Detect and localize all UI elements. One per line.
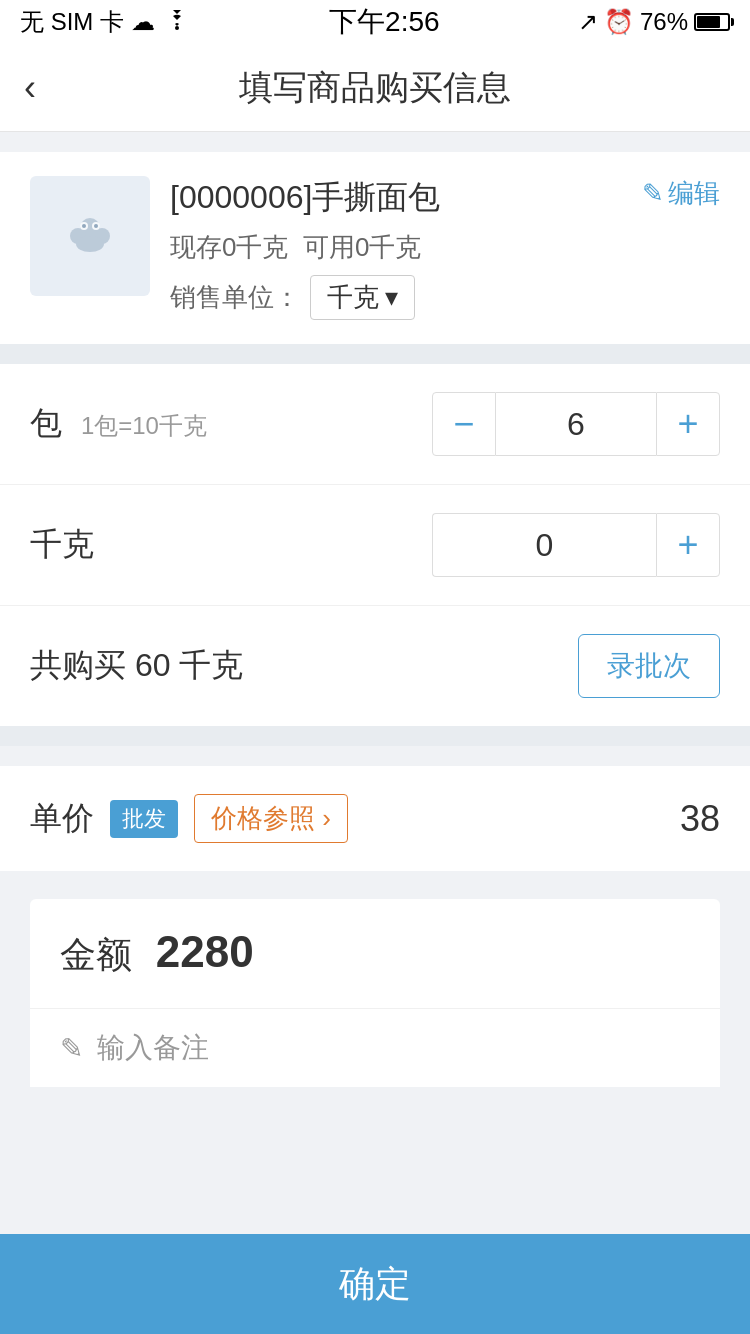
price-tag: 批发: [110, 800, 178, 838]
bao-sub-label: 1包=10千克: [81, 412, 207, 439]
battery-percent: 76%: [640, 8, 688, 36]
signal-text: 无 SIM 卡 ☁: [20, 6, 155, 38]
unit-selector[interactable]: 千克 ▾: [310, 275, 415, 320]
record-batch-button[interactable]: 录批次: [578, 634, 720, 698]
price-value: 38: [680, 798, 720, 840]
amount-section: 金额 2280 ✎ 输入备注: [0, 871, 750, 1087]
price-reference-button[interactable]: 价格参照 ›: [194, 794, 348, 843]
confirm-button[interactable]: 确定: [0, 1234, 750, 1334]
amount-value: 2280: [156, 927, 254, 976]
pencil-icon: ✎: [60, 1032, 83, 1065]
bao-row: 包 1包=10千克 − +: [0, 364, 750, 485]
section-divider-2: [0, 726, 750, 746]
amount-row: 金额 2280: [30, 899, 720, 1008]
svg-point-8: [94, 224, 98, 228]
status-bar: 无 SIM 卡 ☁ 下午2:56 ↗ ⏰ 76%: [0, 0, 750, 44]
edit-button[interactable]: ✎ 编辑: [642, 176, 720, 211]
status-left: 无 SIM 卡 ☁: [20, 6, 191, 38]
product-info: [0000006]手撕面包 现存0千克 可用0千克 销售单位： 千克 ▾: [170, 176, 720, 320]
remark-placeholder: 输入备注: [97, 1029, 209, 1067]
svg-point-4: [76, 236, 104, 252]
nav-bar: ‹ 填写商品购买信息: [0, 44, 750, 132]
summary-row: 共购买 60 千克 录批次: [0, 606, 750, 726]
location-icon: ↗: [578, 8, 598, 36]
wifi-icon: [163, 8, 191, 36]
status-time: 下午2:56: [329, 3, 440, 41]
product-stock: 现存0千克 可用0千克: [170, 230, 720, 265]
status-right: ↗ ⏰ 76%: [578, 8, 730, 36]
kg-plus-button[interactable]: +: [656, 513, 720, 577]
amount-label: 金额: [60, 934, 132, 975]
price-label: 单价: [30, 797, 94, 841]
kg-number-control: +: [432, 513, 720, 577]
bao-label: 包 1包=10千克: [30, 402, 432, 446]
input-section: 包 1包=10千克 − + 千克 +: [0, 364, 750, 606]
bao-plus-button[interactable]: +: [656, 392, 720, 456]
product-card: [0000006]手撕面包 现存0千克 可用0千克 销售单位： 千克 ▾ ✎ 编…: [0, 152, 750, 344]
back-button[interactable]: ‹: [24, 67, 36, 109]
kg-input[interactable]: [432, 513, 656, 577]
kg-label: 千克: [30, 523, 432, 567]
edit-icon: ✎: [642, 178, 664, 209]
summary-text: 共购买 60 千克: [30, 644, 243, 688]
battery-icon: [694, 13, 730, 31]
svg-point-7: [82, 224, 86, 228]
svg-point-0: [175, 26, 179, 30]
product-name: [0000006]手撕面包: [170, 176, 720, 220]
section-divider-1: [0, 344, 750, 364]
bao-input[interactable]: [496, 392, 656, 456]
page-title: 填写商品购买信息: [239, 65, 511, 111]
bao-number-control: − +: [432, 392, 720, 456]
alarm-icon: ⏰: [604, 8, 634, 36]
kg-row: 千克 +: [0, 485, 750, 606]
dropdown-icon: ▾: [385, 282, 398, 313]
remark-row[interactable]: ✎ 输入备注: [30, 1008, 720, 1087]
bao-minus-button[interactable]: −: [432, 392, 496, 456]
product-unit: 销售单位： 千克 ▾: [170, 275, 720, 320]
product-image: [30, 176, 150, 296]
price-section: 单价 批发 价格参照 › 38: [0, 766, 750, 871]
